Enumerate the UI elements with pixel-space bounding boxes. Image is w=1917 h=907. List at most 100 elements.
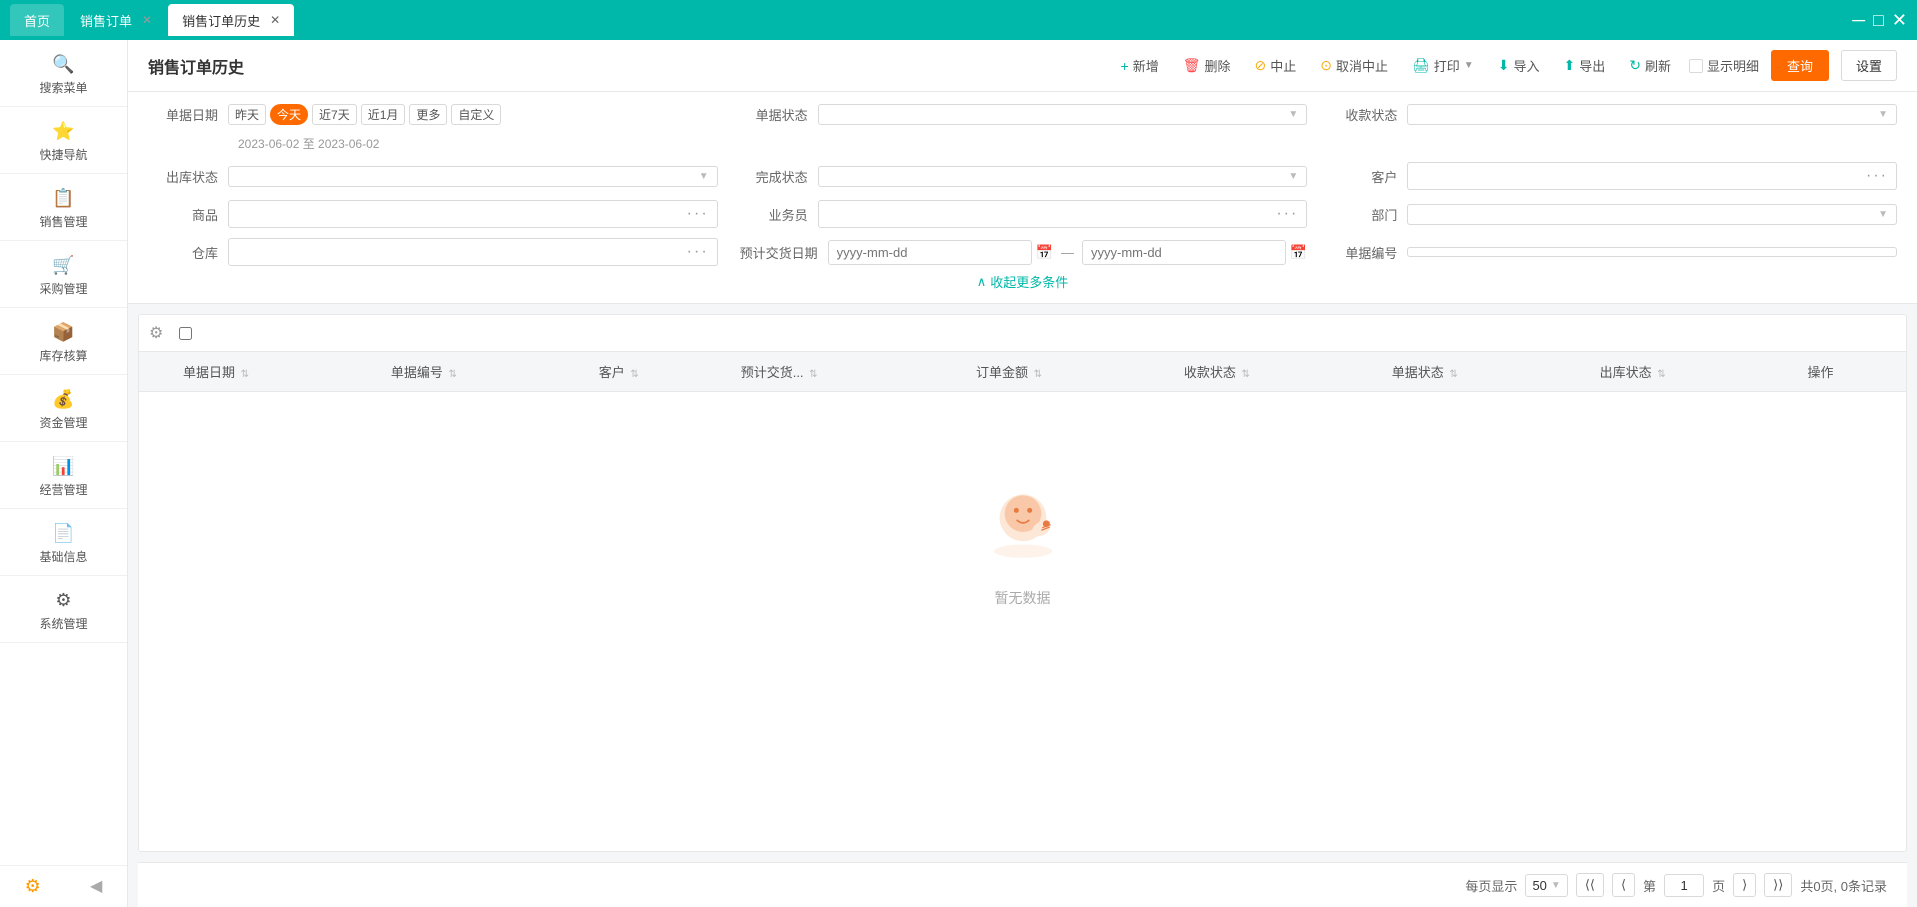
tab-sales-order[interactable]: 销售订单 ✕ [66,4,166,36]
sidebar-item-system-mgmt[interactable]: ⚙ 系统管理 [0,576,127,643]
cancel-stop-button[interactable]: ⊙ 取消中止 [1314,52,1394,79]
last-page-button[interactable]: ⟩⟩ [1764,873,1792,897]
delivery-date-from[interactable] [828,240,1032,265]
print-icon: 🖨 [1412,57,1430,74]
close-button[interactable]: ✕ [1892,11,1907,29]
th-receipt-status[interactable]: 收款状态 ⇅ [1176,352,1384,392]
import-button[interactable]: ⬇ 导入 [1492,52,1546,79]
collapse-icon[interactable]: ◀ [90,876,102,897]
sidebar-item-business-mgmt[interactable]: 📊 经营管理 [0,442,127,509]
date-last7-btn[interactable]: 近7天 [312,104,357,125]
first-page-button[interactable]: ⟨⟨ [1576,873,1604,897]
quick-nav-icon: ⭐ [52,121,74,142]
warehouse-status-filter-group: 出库状态 ▼ [148,162,718,190]
export-button[interactable]: ⬆ 导出 [1557,52,1611,79]
delivery-date-to[interactable] [1082,240,1286,265]
settings-bottom-icon[interactable]: ⚙ [25,876,41,897]
total-info: 共0页, 0条记录 [1800,876,1887,895]
delivery-date-filter-group: 预计交货日期 📅 — 📅 [738,238,1308,266]
page-size-dropdown-icon: ▼ [1551,880,1561,891]
next-page-button[interactable]: ⟩ [1733,873,1756,897]
tab-sales-order-history[interactable]: 销售订单历史 ✕ [168,4,294,36]
th-customer[interactable]: 客户 ⇅ [591,352,733,392]
customer-filter-label: 客户 [1327,167,1397,186]
new-label: 新增 [1133,56,1159,75]
sidebar-item-finance[interactable]: 💰 资金管理 [0,375,127,442]
date-quick-buttons: 昨天 今天 近7天 近1月 更多 自定义 [228,104,501,125]
date-last1m-btn[interactable]: 近1月 [361,104,406,125]
status-filter-select[interactable]: ▼ [818,104,1308,125]
maximize-button[interactable]: □ [1873,11,1884,29]
customer-dots[interactable]: ··· [1866,167,1888,185]
sidebar-item-search-menu[interactable]: 🔍 搜索菜单 [0,40,127,107]
th-doc-status[interactable]: 单据状态 ⇅ [1384,352,1592,392]
no-data-text: 暂无数据 [995,588,1051,608]
page-number-input[interactable]: 1 [1664,874,1704,897]
page-header: 销售订单历史 + 新增 🗑 删除 ⊘ 中止 ⊙ 取消中止 [128,40,1917,92]
table-section: ⚙ 单据日期 ⇅ 单据编号 ⇅ [138,314,1907,852]
tab-sales-order-close[interactable]: ✕ [142,13,152,27]
th-warehouse-sort[interactable]: ⇅ [1657,369,1665,380]
goods-dots[interactable]: ··· [687,205,709,223]
delivery-date-label: 预计交货日期 [738,243,818,262]
date-more-btn[interactable]: 更多 [409,104,447,125]
warehouse-dropdown-icon: ▼ [699,171,709,182]
th-amount[interactable]: 订单金额 ⇅ [968,352,1176,392]
calendar-from-icon[interactable]: 📅 [1036,244,1053,261]
calendar-to-icon[interactable]: 📅 [1290,244,1307,261]
th-date[interactable]: 单据日期 ⇅ [175,352,383,392]
sidebar-item-quick-nav[interactable]: ⭐ 快捷导航 [0,107,127,174]
refresh-button[interactable]: ↻ 刷新 [1623,52,1677,79]
tab-sales-order-history-close[interactable]: ✕ [270,13,280,27]
sidebar-item-inventory[interactable]: 📦 库存核算 [0,308,127,375]
delete-button[interactable]: 🗑 删除 [1177,52,1237,79]
th-date-sort[interactable]: ⇅ [241,369,249,380]
sidebar-bottom: ⚙ ◀ [0,865,127,907]
collapse-button[interactable]: ∧ 收起更多条件 [148,272,1897,291]
display-toggle-label: 显示明细 [1707,56,1759,75]
warehouse-dots[interactable]: ··· [687,243,709,261]
th-warehouse-status[interactable]: 出库状态 ⇅ [1592,352,1800,392]
date-custom-btn[interactable]: 自定义 [451,104,501,125]
completion-status-select[interactable]: ▼ [818,166,1308,187]
tab-bar: 首页 销售订单 ✕ 销售订单历史 ✕ [10,4,1852,36]
status-dropdown-icon: ▼ [1288,109,1298,120]
stop-icon: ⊘ [1255,57,1267,74]
stop-button[interactable]: ⊘ 中止 [1249,52,1303,79]
settings-button[interactable]: 设置 [1841,50,1897,81]
display-toggle-checkbox[interactable] [1689,59,1703,73]
th-warehouse-status-label: 出库状态 [1600,365,1652,380]
th-customer-sort[interactable]: ⇅ [630,369,638,380]
th-no[interactable]: 单据编号 ⇅ [383,352,591,392]
th-date-label: 单据日期 [183,365,235,380]
th-delivery[interactable]: 预计交货... ⇅ [733,352,968,392]
display-toggle[interactable]: 显示明细 [1689,56,1759,75]
prev-page-button[interactable]: ⟨ [1612,873,1635,897]
receipt-status-select[interactable]: ▼ [1407,104,1897,125]
date-yesterday-btn[interactable]: 昨天 [228,104,266,125]
warehouse-status-select[interactable]: ▼ [228,166,718,187]
tab-home[interactable]: 首页 [10,4,64,36]
salesperson-dots[interactable]: ··· [1276,205,1298,223]
department-select[interactable]: ▼ [1407,204,1897,225]
new-button[interactable]: + 新增 [1115,52,1165,79]
th-delivery-sort[interactable]: ⇅ [809,369,817,380]
doc-no-label: 单据编号 [1327,243,1397,262]
th-receipt-sort[interactable]: ⇅ [1242,369,1250,380]
select-all-checkbox[interactable] [179,327,192,340]
th-doc-sort[interactable]: ⇅ [1449,369,1457,380]
sidebar-item-purchase-mgmt[interactable]: 🛒 采购管理 [0,241,127,308]
tab-sales-order-label: 销售订单 [80,11,132,30]
minimize-button[interactable]: ─ [1852,11,1865,29]
th-amount-sort[interactable]: ⇅ [1034,369,1042,380]
date-today-btn[interactable]: 今天 [270,104,308,125]
sidebar-item-sales-mgmt[interactable]: 📋 销售管理 [0,174,127,241]
query-button[interactable]: 查询 [1771,50,1829,81]
print-button[interactable]: 🖨 打印 ▼ [1406,52,1480,79]
th-no-sort[interactable]: ⇅ [449,369,457,380]
table-settings-icon[interactable]: ⚙ [149,323,163,343]
page-size-select[interactable]: 50 ▼ [1525,874,1567,897]
sidebar-business-mgmt-label: 经营管理 [39,481,87,498]
sidebar-item-basic-info[interactable]: 📄 基础信息 [0,509,127,576]
data-table: 单据日期 ⇅ 单据编号 ⇅ 客户 ⇅ 预计交货... [139,352,1906,688]
